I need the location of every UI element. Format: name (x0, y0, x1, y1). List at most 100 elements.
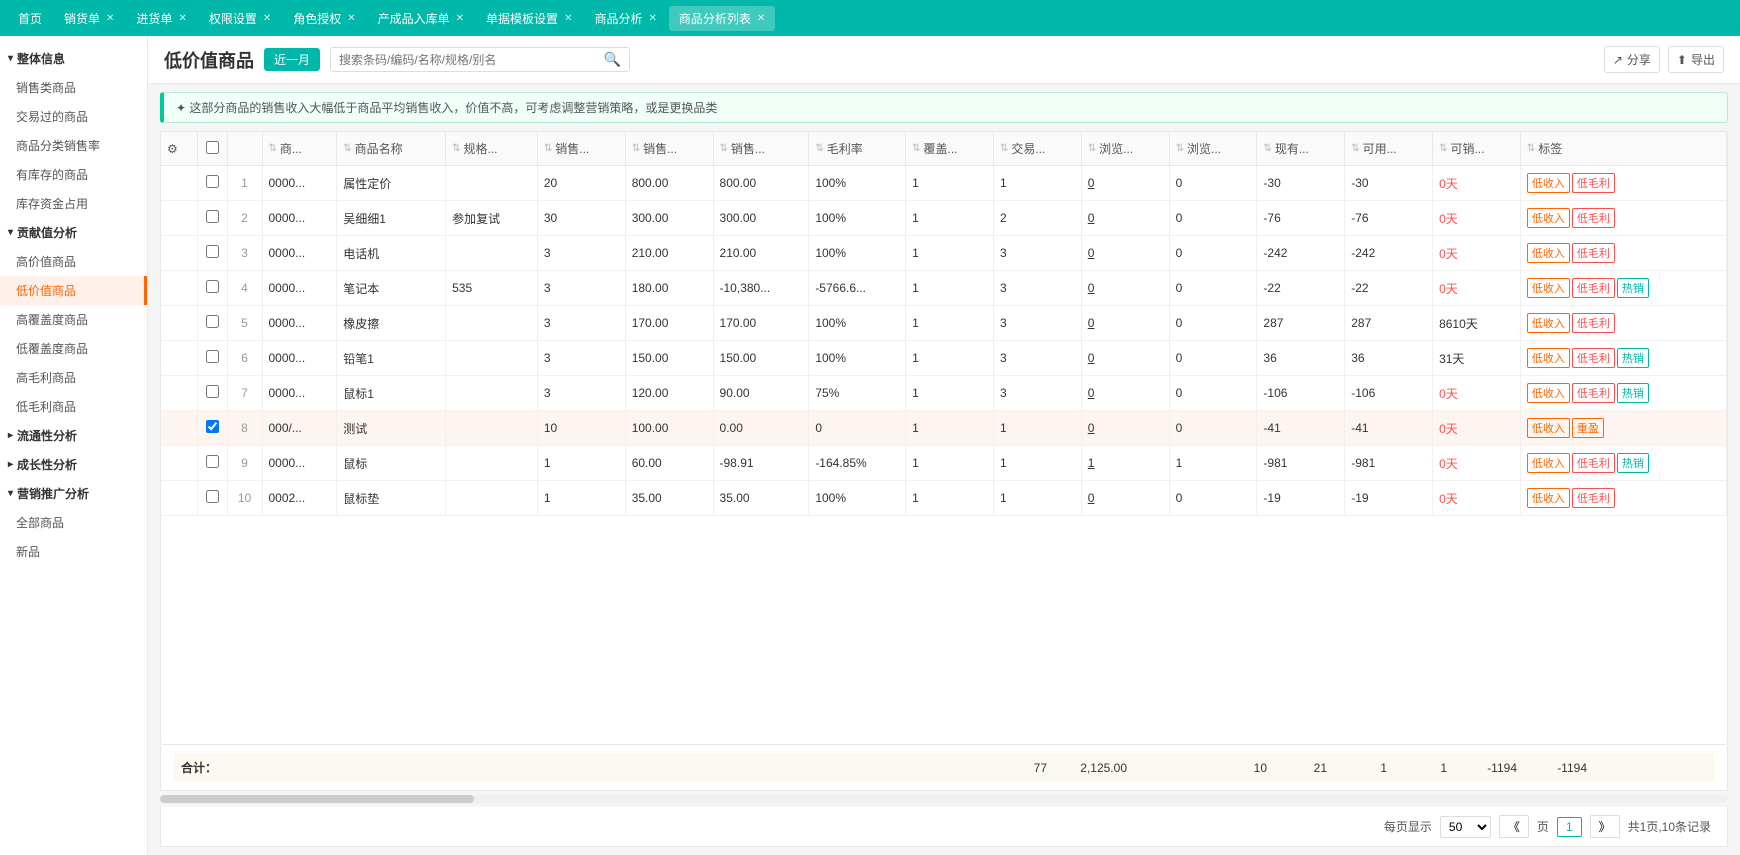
per-page-select[interactable]: 50 100 (1440, 816, 1491, 838)
nav-close-icon[interactable]: ✕ (456, 13, 464, 24)
col-gross-rate[interactable]: ⇅ 毛利率 (809, 132, 906, 166)
sidebar-item-all-goods[interactable]: 全部商品 (0, 508, 147, 537)
sidebar-item-stocked-goods[interactable]: 有库存的商品 (0, 160, 147, 189)
col-browse2[interactable]: ⇅ 浏览... (1169, 132, 1257, 166)
col-saleable[interactable]: ⇅ 可销... (1433, 132, 1521, 166)
col-sale3[interactable]: ⇅ 销售... (713, 132, 809, 166)
row-checkbox[interactable] (206, 280, 219, 293)
nav-sales-order[interactable]: 销货单 ✕ (54, 6, 124, 31)
sidebar-item-stock-funds[interactable]: 库存资金占用 (0, 189, 147, 218)
col-name[interactable]: ⇅ 商品名称 (337, 132, 446, 166)
cell-browse1[interactable]: 0 (1081, 166, 1169, 201)
col-available[interactable]: ⇅ 可用... (1345, 132, 1433, 166)
browse-link[interactable]: 0 (1088, 421, 1095, 435)
next-page-button[interactable]: 》 (1590, 815, 1620, 838)
col-sale2[interactable]: ⇅ 销售... (625, 132, 713, 166)
browse-link[interactable]: 0 (1088, 351, 1095, 365)
row-checkbox[interactable] (206, 210, 219, 223)
row-checkbox[interactable] (206, 245, 219, 258)
browse-link[interactable]: 0 (1088, 316, 1095, 330)
sidebar-group-overall[interactable]: ▾ 整体信息 (0, 44, 147, 73)
row-checkbox[interactable] (206, 490, 219, 503)
browse-link[interactable]: 1 (1088, 456, 1095, 470)
nav-close-icon[interactable]: ✕ (178, 13, 186, 24)
col-sale1[interactable]: ⇅ 销售... (537, 132, 625, 166)
sidebar-item-high-coverage[interactable]: 高覆盖度商品 (0, 305, 147, 334)
nav-close-icon[interactable]: ✕ (757, 13, 765, 24)
nav-close-icon[interactable]: ✕ (106, 13, 114, 24)
horizontal-scrollbar[interactable] (160, 795, 1728, 803)
cell-checkbox[interactable] (197, 306, 227, 341)
export-button[interactable]: ⬆ 导出 (1668, 46, 1724, 73)
cell-checkbox[interactable] (197, 376, 227, 411)
nav-permission-settings[interactable]: 权限设置 ✕ (199, 6, 281, 31)
col-spec[interactable]: ⇅ 规格... (446, 132, 538, 166)
col-checkbox-all[interactable] (197, 132, 227, 166)
browse-link[interactable]: 0 (1088, 246, 1095, 260)
cell-browse1[interactable]: 0 (1081, 271, 1169, 306)
nav-role-auth[interactable]: 角色授权 ✕ (283, 6, 365, 31)
browse-link[interactable]: 0 (1088, 281, 1095, 295)
col-settings[interactable]: ⚙ (161, 132, 197, 166)
sidebar-group-circulation[interactable]: ▸ 流通性分析 (0, 421, 147, 450)
date-filter-button[interactable]: 近一月 (264, 48, 320, 71)
cell-checkbox[interactable] (197, 201, 227, 236)
col-trade[interactable]: ⇅ 交易... (993, 132, 1081, 166)
row-checkbox[interactable] (206, 455, 219, 468)
share-button[interactable]: ↗ 分享 (1604, 46, 1660, 73)
nav-purchase-order[interactable]: 进货单 ✕ (126, 6, 196, 31)
sidebar-item-low-margin[interactable]: 低毛利商品 (0, 392, 147, 421)
cell-checkbox[interactable] (197, 166, 227, 201)
cell-browse1[interactable]: 0 (1081, 481, 1169, 516)
cell-browse1[interactable]: 0 (1081, 411, 1169, 446)
sidebar-item-category-rate[interactable]: 商品分类销售率 (0, 131, 147, 160)
nav-close-icon[interactable]: ✕ (263, 13, 271, 24)
cell-checkbox[interactable] (197, 481, 227, 516)
browse-link[interactable]: 0 (1088, 176, 1095, 190)
sidebar-item-high-value[interactable]: 高价值商品 (0, 247, 147, 276)
col-browse1[interactable]: ⇅ 浏览... (1081, 132, 1169, 166)
browse-link[interactable]: 0 (1088, 491, 1095, 505)
nav-close-icon[interactable]: ✕ (347, 13, 355, 24)
cell-checkbox[interactable] (197, 236, 227, 271)
sidebar-item-low-coverage[interactable]: 低覆盖度商品 (0, 334, 147, 363)
cell-browse1[interactable]: 0 (1081, 341, 1169, 376)
cell-browse1[interactable]: 1 (1081, 446, 1169, 481)
nav-template-settings[interactable]: 单据模板设置 ✕ (476, 6, 582, 31)
search-icon[interactable]: 🔍 (604, 51, 621, 68)
nav-product-warehouse[interactable]: 产成品入库单 ✕ (368, 6, 474, 31)
cell-browse1[interactable]: 0 (1081, 201, 1169, 236)
row-checkbox[interactable] (206, 420, 219, 433)
cell-checkbox[interactable] (197, 446, 227, 481)
sidebar-item-high-margin[interactable]: 高毛利商品 (0, 363, 147, 392)
row-checkbox[interactable] (206, 385, 219, 398)
cell-checkbox[interactable] (197, 341, 227, 376)
prev-page-button[interactable]: 《 (1499, 815, 1529, 838)
row-checkbox[interactable] (206, 350, 219, 363)
nav-close-icon[interactable]: ✕ (648, 13, 656, 24)
sidebar-item-new-goods[interactable]: 新品 (0, 537, 147, 566)
row-checkbox[interactable] (206, 175, 219, 188)
sidebar-item-low-value[interactable]: 低价值商品 (0, 276, 147, 305)
nav-product-analysis-list[interactable]: 商品分析列表 ✕ (669, 6, 775, 31)
sidebar-group-contribution[interactable]: ▾ 贡献值分析 (0, 218, 147, 247)
cell-browse1[interactable]: 0 (1081, 306, 1169, 341)
sidebar-item-traded-goods[interactable]: 交易过的商品 (0, 102, 147, 131)
scrollbar-thumb[interactable] (160, 795, 474, 803)
cell-checkbox[interactable] (197, 271, 227, 306)
cell-checkbox[interactable] (197, 411, 227, 446)
nav-product-analysis[interactable]: 商品分析 ✕ (584, 6, 666, 31)
row-checkbox[interactable] (206, 315, 219, 328)
sidebar-group-marketing[interactable]: ▾ 营销推广分析 (0, 479, 147, 508)
nav-home[interactable]: 首页 (8, 6, 52, 31)
col-code[interactable]: ⇅ 商... (262, 132, 337, 166)
col-coverage[interactable]: ⇅ 覆盖... (906, 132, 994, 166)
cell-browse1[interactable]: 0 (1081, 376, 1169, 411)
col-tags[interactable]: ⇅ 标签 (1520, 132, 1726, 166)
col-stock[interactable]: ⇅ 现有... (1257, 132, 1345, 166)
sidebar-item-sales-goods[interactable]: 销售类商品 (0, 73, 147, 102)
select-all-checkbox[interactable] (206, 141, 219, 154)
search-input[interactable] (339, 53, 604, 67)
browse-link[interactable]: 0 (1088, 211, 1095, 225)
sidebar-group-growth[interactable]: ▸ 成长性分析 (0, 450, 147, 479)
